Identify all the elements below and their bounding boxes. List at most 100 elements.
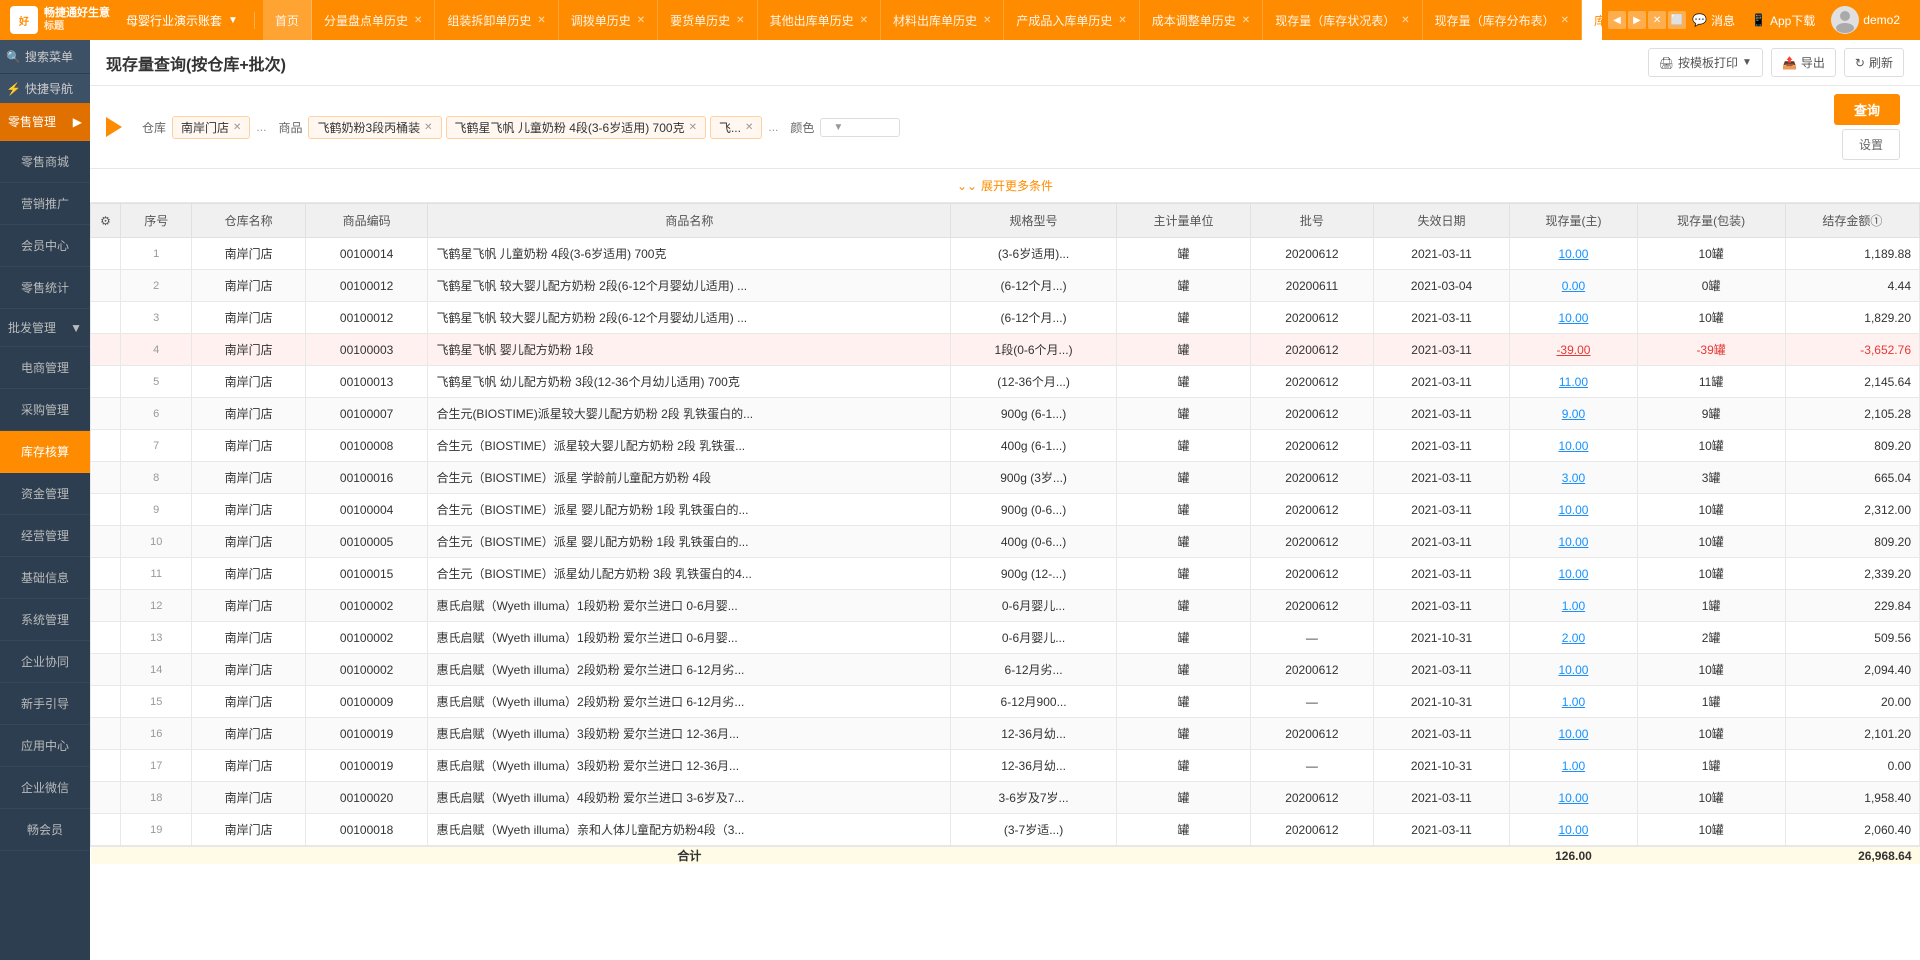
table-row[interactable]: 19南岸门店00100018惠氏启赋（Wyeth illuma）亲和人体儿童配方… [91,814,1920,847]
td-qty-main[interactable]: -39.00 [1510,334,1637,366]
tab-close-icon[interactable]: ✕ [736,15,744,26]
sidebar-item-lingshoutongji[interactable]: 零售统计 [0,267,90,309]
tab-kucunpici[interactable]: 库存批次账 ✕ [1582,0,1602,40]
td-qty-main[interactable]: 10.00 [1510,302,1637,334]
tab-close-icon[interactable]: ✕ [1118,15,1126,26]
color-filter-input[interactable]: ▼ [820,118,900,137]
sidebar-item-dianshaungguanli[interactable]: 电商管理 [0,347,90,389]
sidebar-item-lingshouchengcheng[interactable]: 零售商城 [0,141,90,183]
tab-xiancunliang2[interactable]: 现存量（库存分布表） ✕ [1423,0,1582,40]
td-settings[interactable] [91,334,121,366]
td-qty-main[interactable]: 10.00 [1510,718,1637,750]
message-btn[interactable]: 💬 消息 [1692,12,1735,29]
sidebar-item-jingyingguanli[interactable]: 经营管理 [0,515,90,557]
sidebar-item-yingxiaotuiguang[interactable]: 营销推广 [0,183,90,225]
expand-conditions-btn[interactable]: ⌄⌄ 展开更多条件 [957,173,1053,198]
sidebar-item-qiyexietong[interactable]: 企业协同 [0,641,90,683]
td-qty-main[interactable]: 1.00 [1510,750,1637,782]
workspace-selector[interactable]: 母婴行业演示账套 ▼ [110,12,255,29]
tab-close-all[interactable]: ✕ [1648,11,1666,29]
td-settings[interactable] [91,718,121,750]
sidebar-item-huiyuanzhongxin[interactable]: 会员中心 [0,225,90,267]
tab-prev-arrow[interactable]: ◀ [1608,11,1626,29]
table-row[interactable]: 8南岸门店00100016合生元（BIOSTIME）派星 学龄前儿童配方奶粉 4… [91,462,1920,494]
table-row[interactable]: 13南岸门店00100002惠氏启赋（Wyeth illuma）1段奶粉 爱尔兰… [91,622,1920,654]
sidebar-item-yingyongzhongxin[interactable]: 应用中心 [0,725,90,767]
td-qty-main[interactable]: 10.00 [1510,494,1637,526]
sidebar-item-changhyuan[interactable]: 畅会员 [0,809,90,851]
td-settings[interactable] [91,686,121,718]
td-qty-main[interactable]: 10.00 [1510,814,1637,847]
tab-close-icon[interactable]: ✕ [637,15,645,26]
tab-chanchengpinruku[interactable]: 产成品入库单历史 ✕ [1004,0,1139,40]
tab-close-icon[interactable]: ✕ [860,15,868,26]
sidebar-item-xitongguanli[interactable]: 系统管理 [0,599,90,641]
tab-expand[interactable]: ⬜ [1668,11,1686,29]
user-area[interactable]: demo2 [1831,6,1900,34]
td-qty-main[interactable]: 10.00 [1510,558,1637,590]
table-row[interactable]: 1南岸门店00100014飞鹤星飞帆 儿童奶粉 4段(3-6岁适用) 700克(… [91,238,1920,270]
td-settings[interactable] [91,558,121,590]
tab-close-icon[interactable]: ✕ [1561,15,1569,26]
tab-close-icon[interactable]: ✕ [1401,15,1409,26]
tab-fenliangpandian[interactable]: 分量盘点单历史 ✕ [312,0,435,40]
sidebar-item-kucunhesuan[interactable]: 库存核算 [0,431,90,473]
th-settings[interactable]: ⚙ [91,204,121,238]
sidebar-item-lingshoupingtai[interactable]: 零售管理 ▶ [0,103,90,141]
table-row[interactable]: 3南岸门店00100012飞鹤星飞帆 较大婴儿配方奶粉 2段(6-12个月婴幼儿… [91,302,1920,334]
tab-cailiaochuku[interactable]: 材料出库单历史 ✕ [881,0,1004,40]
td-qty-main[interactable]: 1.00 [1510,590,1637,622]
table-row[interactable]: 16南岸门店00100019惠氏启赋（Wyeth illuma）3段奶粉 爱尔兰… [91,718,1920,750]
tab-diaoboddan[interactable]: 调拨单历史 ✕ [559,0,658,40]
tab-close-icon[interactable]: ✕ [537,15,545,26]
table-row[interactable]: 9南岸门店00100004合生元（BIOSTIME）派星 婴儿配方奶粉 1段 乳… [91,494,1920,526]
table-row[interactable]: 2南岸门店00100012飞鹤星飞帆 较大婴儿配方奶粉 2段(6-12个月婴幼儿… [91,270,1920,302]
td-qty-main[interactable]: 2.00 [1510,622,1637,654]
table-row[interactable]: 5南岸门店00100013飞鹤星飞帆 幼儿配方奶粉 3段(12-36个月幼儿适用… [91,366,1920,398]
td-settings[interactable] [91,462,121,494]
table-row[interactable]: 15南岸门店00100009惠氏启赋（Wyeth illuma）2段奶粉 爱尔兰… [91,686,1920,718]
td-qty-main[interactable]: 9.00 [1510,398,1637,430]
print-button[interactable]: 🖨 按模板打印 ▼ [1648,48,1763,77]
sidebar-item-jichuxinxi[interactable]: 基础信息 [0,557,90,599]
tab-home[interactable]: 首页 [263,0,312,40]
td-qty-main[interactable]: 10.00 [1510,430,1637,462]
tab-next-arrow[interactable]: ▶ [1628,11,1646,29]
tab-close-icon[interactable]: ✕ [983,15,991,26]
tab-close-icon[interactable]: ✕ [1242,15,1250,26]
sidebar-item-caigouguanli[interactable]: 采购管理 [0,389,90,431]
tab-zuzhuangchaijian[interactable]: 组装拆卸单历史 ✕ [435,0,558,40]
td-qty-main[interactable]: 0.00 [1510,270,1637,302]
table-row[interactable]: 12南岸门店00100002惠氏启赋（Wyeth illuma）1段奶粉 爱尔兰… [91,590,1920,622]
table-row[interactable]: 17南岸门店00100019惠氏启赋（Wyeth illuma）3段奶粉 爱尔兰… [91,750,1920,782]
tab-xiancunliang1[interactable]: 现存量（库存状况表） ✕ [1263,0,1422,40]
tab-close-icon[interactable]: ✕ [414,15,422,26]
sidebar-item-xinshoudaojiangguan[interactable]: 新手引导 [0,683,90,725]
tab-yaohuo[interactable]: 要货单历史 ✕ [658,0,757,40]
product-tag-1[interactable]: 飞鹤奶粉3段丙桶装 ✕ [308,116,441,139]
table-row[interactable]: 7南岸门店00100008合生元（BIOSTIME）派星较大婴儿配方奶粉 2段 … [91,430,1920,462]
td-settings[interactable] [91,366,121,398]
td-qty-main[interactable]: 11.00 [1510,366,1637,398]
td-settings[interactable] [91,622,121,654]
table-row[interactable]: 4南岸门店00100003飞鹤星飞帆 婴儿配方奶粉 1段1段(0-6个月...)… [91,334,1920,366]
sidebar-item-pifaguanli[interactable]: 批发管理 ▼ [0,309,90,347]
td-qty-main[interactable]: 10.00 [1510,526,1637,558]
td-settings[interactable] [91,750,121,782]
tab-chenben[interactable]: 成本调整单历史 ✕ [1140,0,1263,40]
tab-qitachuku[interactable]: 其他出库单历史 ✕ [758,0,881,40]
td-qty-main[interactable]: 10.00 [1510,654,1637,686]
td-qty-main[interactable]: 10.00 [1510,782,1637,814]
td-settings[interactable] [91,238,121,270]
td-settings[interactable] [91,398,121,430]
td-settings[interactable] [91,654,121,686]
refresh-button[interactable]: ↻ 刷新 [1844,48,1904,77]
settings-button[interactable]: 设置 [1842,129,1900,160]
sidebar-search[interactable]: 🔍 搜索菜单 [0,40,90,73]
warehouse-tag-close-icon[interactable]: ✕ [233,122,241,133]
sidebar-item-qiyeweixin[interactable]: 企业微信 [0,767,90,809]
td-settings[interactable] [91,782,121,814]
sidebar-item-zijinguanli[interactable]: 资金管理 [0,473,90,515]
filter-expand-triangle[interactable] [106,117,122,137]
app-download-btn[interactable]: 📱 App下载 [1751,12,1815,29]
